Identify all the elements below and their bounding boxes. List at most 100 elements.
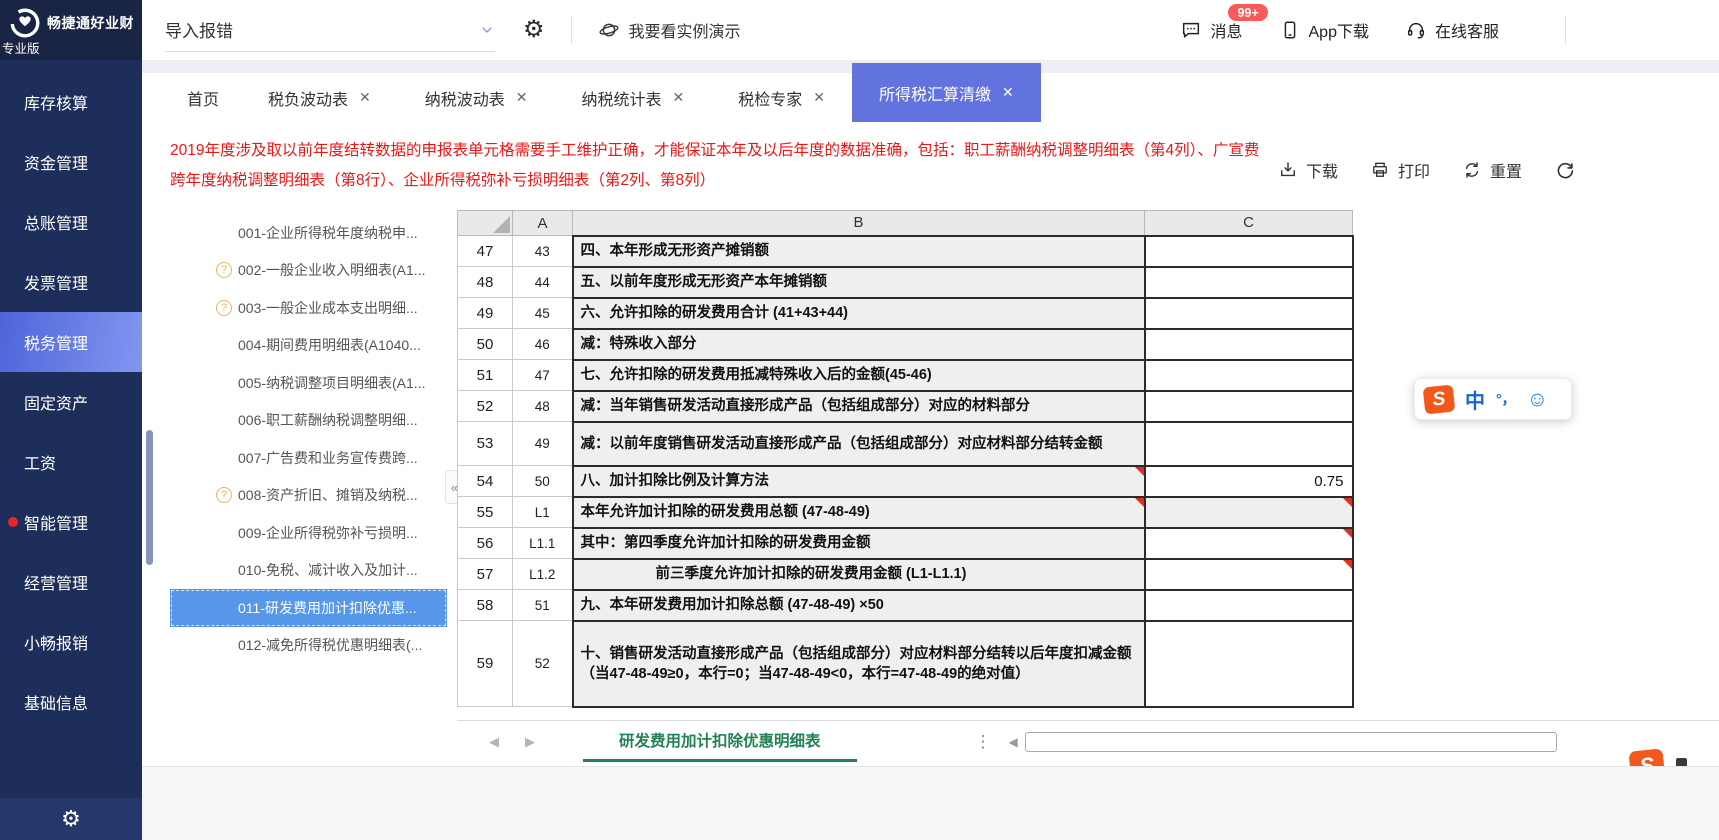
next-sheet-icon[interactable]: ▶ bbox=[525, 734, 535, 750]
cell-c[interactable] bbox=[1143, 619, 1354, 708]
reset-button[interactable]: 重置 bbox=[1462, 158, 1522, 182]
cell-b[interactable]: 六、允许扣除的研发费用合计 (41+43+44) bbox=[571, 296, 1146, 330]
sidebar-item-10[interactable]: 小畅报销 bbox=[0, 612, 142, 672]
cell-c[interactable] bbox=[1143, 265, 1354, 299]
form-list-item[interactable]: ?006-职工薪酬纳税调整明细... bbox=[170, 402, 447, 440]
cell-b[interactable]: 四、本年形成无形资产摊销额 bbox=[571, 234, 1146, 268]
form-list-item[interactable]: ?010-免税、减计收入及加计... bbox=[170, 552, 447, 590]
prev-sheet-icon[interactable]: ◀ bbox=[489, 734, 499, 750]
column-header-b[interactable]: B bbox=[572, 210, 1145, 236]
cell-b[interactable]: 七、允许扣除的研发费用抵减特殊收入后的金额(45-46) bbox=[571, 358, 1146, 392]
cell-a[interactable]: L1.1 bbox=[512, 527, 573, 559]
sidebar-item-11[interactable]: 基础信息 bbox=[0, 672, 142, 732]
cell-a[interactable]: 47 bbox=[512, 359, 573, 391]
row-number[interactable]: 49 bbox=[457, 297, 513, 329]
form-list-item[interactable]: ? 003-一般企业成本支出明细... bbox=[170, 289, 447, 327]
cell-c[interactable] bbox=[1143, 296, 1354, 330]
close-icon[interactable]: ✕ bbox=[813, 89, 825, 106]
cell-a[interactable]: 52 bbox=[512, 620, 573, 707]
import-error-select[interactable]: 导入报错 bbox=[165, 8, 495, 52]
more-dots-icon[interactable]: ⋮ bbox=[975, 732, 993, 752]
sogou-logo-icon[interactable]: S bbox=[1628, 748, 1666, 766]
help-icon[interactable]: ? bbox=[216, 299, 232, 316]
sidebar-item-2[interactable]: 资金管理 bbox=[0, 132, 142, 192]
cell-b[interactable]: 五、以前年度形成无形资产本年摊销额 bbox=[571, 265, 1146, 299]
row-number[interactable]: 50 bbox=[457, 328, 513, 360]
cell-b[interactable]: 十、销售研发活动直接形成产品（包括组成部分）对应材料部分结转以后年度扣减金额（当… bbox=[571, 619, 1146, 708]
column-header-a[interactable]: A bbox=[512, 210, 573, 236]
tab[interactable]: 税负波动表 ✕ bbox=[241, 73, 398, 122]
cell-c[interactable] bbox=[1143, 234, 1354, 268]
tab[interactable]: 纳税统计表 ✕ bbox=[555, 73, 712, 122]
close-icon[interactable]: ✕ bbox=[359, 89, 371, 106]
cell-b[interactable]: 减：以前年度销售研发活动直接形成产品（包括组成部分）对应材料部分结转金额 bbox=[571, 420, 1146, 467]
row-number[interactable]: 52 bbox=[457, 390, 513, 422]
ime-punctuation-toggle[interactable]: °， bbox=[1496, 389, 1516, 409]
form-list-item[interactable]: ?005-纳税调整项目明细表(A1... bbox=[170, 364, 447, 402]
cell-a[interactable]: 49 bbox=[512, 421, 573, 466]
download-button[interactable]: 下载 bbox=[1278, 158, 1338, 182]
tab[interactable]: 所得税汇算清缴 ✕ bbox=[852, 63, 1041, 122]
row-number[interactable]: 47 bbox=[457, 235, 513, 267]
online-service-button[interactable]: 在线客服 bbox=[1405, 18, 1499, 42]
row-number[interactable]: 57 bbox=[457, 558, 513, 590]
cell-b[interactable]: 本年允许加计扣除的研发费用总额 (47-48-49) bbox=[571, 495, 1146, 529]
close-icon[interactable]: ✕ bbox=[673, 89, 685, 106]
cell-a[interactable]: L1.2 bbox=[512, 558, 573, 590]
column-header-c[interactable]: C bbox=[1144, 210, 1353, 236]
cell-b[interactable]: 减：特殊收入部分 bbox=[571, 327, 1146, 361]
ime-mode-toggle[interactable]: 中 bbox=[1465, 385, 1485, 414]
cell-c[interactable] bbox=[1143, 420, 1354, 467]
row-number[interactable]: 56 bbox=[457, 527, 513, 559]
cell-a[interactable]: 46 bbox=[512, 328, 573, 360]
sidebar-item-5[interactable]: 税务管理 bbox=[0, 312, 142, 372]
cell-a[interactable]: L1 bbox=[512, 496, 573, 528]
sidebar-item-1[interactable]: 库存核算 bbox=[0, 72, 142, 132]
refresh-button[interactable] bbox=[1554, 159, 1576, 181]
form-list-item[interactable]: ? 008-资产折旧、摊销及纳税... bbox=[170, 477, 447, 515]
tab[interactable]: 首页 bbox=[165, 73, 241, 122]
row-number[interactable]: 54 bbox=[457, 465, 513, 497]
cell-b[interactable]: 减：当年销售研发活动直接形成产品（包括组成部分）对应的材料部分 bbox=[571, 389, 1146, 423]
cell-b[interactable]: 八、加计扣除比例及计算方法 bbox=[571, 464, 1146, 498]
tab[interactable]: 纳税波动表 ✕ bbox=[398, 73, 555, 122]
cell-a[interactable]: 48 bbox=[512, 390, 573, 422]
help-icon[interactable]: ? bbox=[216, 487, 232, 504]
cell-a[interactable]: 43 bbox=[512, 235, 573, 267]
demo-link[interactable]: 我要看实例演示 bbox=[598, 18, 741, 42]
scroll-left-icon[interactable]: ◀ bbox=[1009, 735, 1018, 749]
sidebar-item-3[interactable]: 总账管理 bbox=[0, 192, 142, 252]
row-number[interactable]: 51 bbox=[457, 359, 513, 391]
cell-c[interactable] bbox=[1143, 389, 1354, 423]
cell-a[interactable]: 51 bbox=[512, 589, 573, 621]
row-number[interactable]: 53 bbox=[457, 421, 513, 466]
list-scrollbar-thumb[interactable] bbox=[146, 430, 153, 565]
close-icon[interactable]: ✕ bbox=[516, 89, 528, 106]
scrollbar-track[interactable] bbox=[1024, 731, 1557, 752]
cell-c[interactable] bbox=[1143, 495, 1354, 529]
cell-a[interactable]: 44 bbox=[512, 266, 573, 298]
print-button[interactable]: 打印 bbox=[1370, 158, 1430, 182]
sogou-logo-icon[interactable]: S bbox=[1422, 384, 1456, 414]
sheet-tab[interactable]: 研发费用加计扣除优惠明细表 bbox=[583, 721, 857, 762]
row-number[interactable]: 59 bbox=[457, 620, 513, 707]
cell-c[interactable] bbox=[1143, 526, 1354, 560]
cell-c[interactable] bbox=[1143, 358, 1354, 392]
form-list-item[interactable]: ? 002-一般企业收入明细表(A1... bbox=[170, 252, 447, 290]
cell-b[interactable]: 九、本年研发费用加计扣除总额 (47-48-49) ×50 bbox=[571, 588, 1146, 622]
sidebar-item-4[interactable]: 发票管理 bbox=[0, 252, 142, 312]
cell-c[interactable] bbox=[1143, 327, 1354, 361]
tab[interactable]: 税检专家 ✕ bbox=[711, 73, 852, 122]
ime-emoji-icon[interactable]: ☺ bbox=[1527, 389, 1548, 410]
sidebar-item-9[interactable]: 经营管理 bbox=[0, 552, 142, 612]
app-download-button[interactable]: App下载 bbox=[1279, 18, 1369, 42]
form-list-item[interactable]: ?012-减免所得税优惠明细表(... bbox=[170, 627, 447, 665]
form-list-item[interactable]: ?009-企业所得税弥补亏损明... bbox=[170, 514, 447, 552]
select-all-corner[interactable] bbox=[457, 210, 513, 236]
form-list-item[interactable]: ?004-期间费用明细表(A1040... bbox=[170, 327, 447, 365]
cell-c[interactable]: 0.75 bbox=[1143, 464, 1354, 498]
sidebar-item-6[interactable]: 固定资产 bbox=[0, 372, 142, 432]
row-number[interactable]: 55 bbox=[457, 496, 513, 528]
messages-button[interactable]: 消息 99+ bbox=[1180, 4, 1268, 42]
form-list-item[interactable]: ?011-研发费用加计扣除优惠... bbox=[170, 589, 447, 627]
